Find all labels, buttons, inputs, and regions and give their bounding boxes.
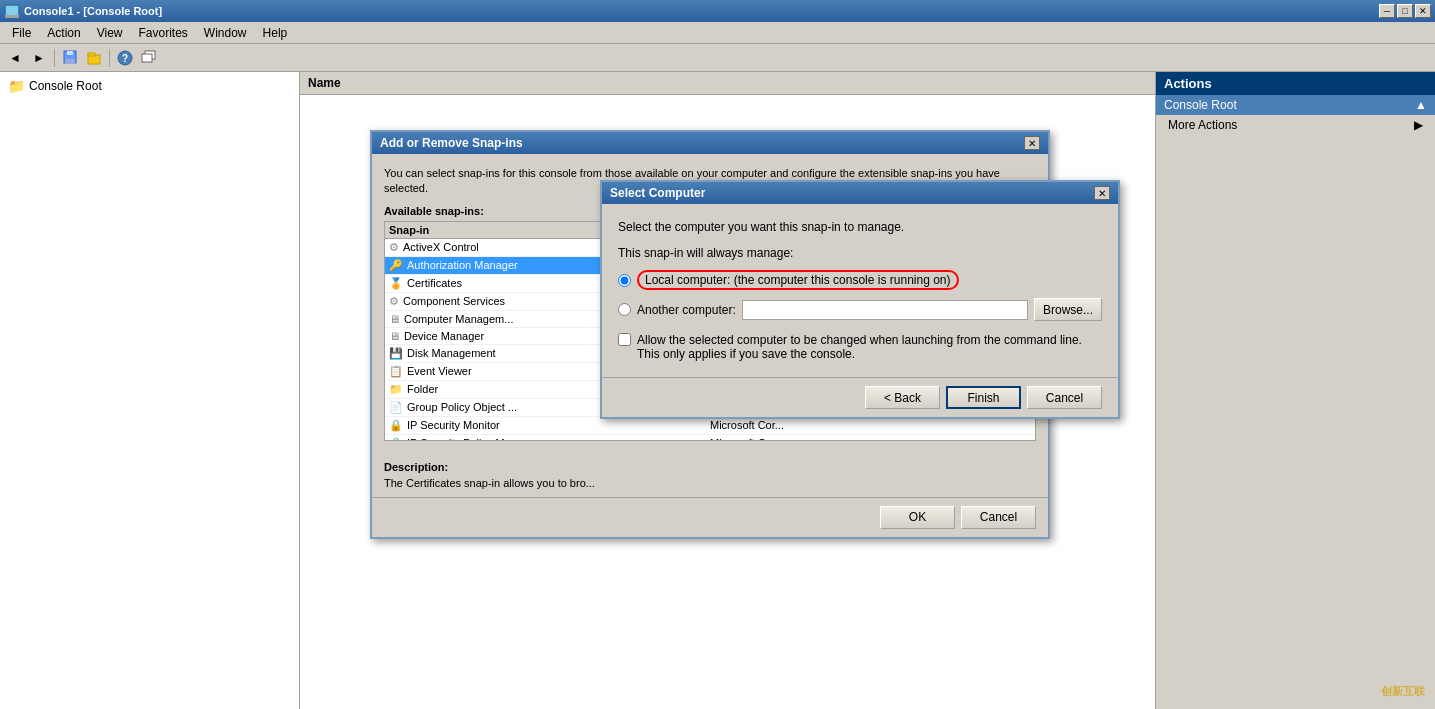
actions-panel: Actions Console Root ▲ More Actions ▶ [1155,72,1435,709]
local-computer-radio[interactable] [618,274,631,287]
sidebar-item-label: Console Root [29,79,102,93]
toolbar: ◄ ► ? [0,44,1435,72]
forward-button[interactable]: ► [28,47,50,69]
menu-bar: File Action View Favorites Window Help [0,22,1435,44]
actions-more-actions[interactable]: More Actions ▶ [1156,115,1435,135]
sc-allow-change-row: Allow the selected computer to be change… [618,333,1102,361]
title-bar-text: Console1 - [Console Root] [24,5,1379,17]
snapins-ok-button[interactable]: OK [880,506,955,529]
title-bar: Console1 - [Console Root] ─ □ ✕ [0,0,1435,22]
menu-action[interactable]: Action [39,24,88,42]
sc-subtext: This snap-in will always manage: [618,246,1102,260]
snapins-bottom: Description: The Certificates snap-in al… [372,453,1048,497]
svg-rect-1 [6,6,18,15]
open-button[interactable] [83,47,105,69]
menu-favorites[interactable]: Favorites [131,24,196,42]
maximize-button[interactable]: □ [1397,4,1413,18]
finish-button-sc[interactable]: Finish [946,386,1021,409]
svg-rect-7 [88,53,95,56]
select-computer-title-bar: Select Computer ✕ [602,182,1118,204]
svg-rect-5 [65,59,75,64]
another-computer-radio[interactable] [618,303,631,316]
description-text: The Certificates snap-in allows you to b… [384,477,1036,489]
select-computer-footer: < Back Finish Cancel [602,377,1118,417]
sidebar: 📁 Console Root [0,72,300,709]
close-button[interactable]: ✕ [1415,4,1431,18]
snapins-cancel-button[interactable]: Cancel [961,506,1036,529]
local-computer-label: Local computer: (the computer this conso… [637,270,959,290]
arrow-right-icon: ▶ [1414,118,1423,132]
title-bar-buttons: ─ □ ✕ [1379,4,1431,18]
content-header: Name [300,72,1155,95]
select-computer-dialog: Select Computer ✕ Select the computer yo… [600,180,1120,419]
app-icon [4,3,20,19]
description-label: Description: [384,461,1036,473]
cancel-button-sc[interactable]: Cancel [1027,386,1102,409]
select-computer-close-button[interactable]: ✕ [1094,186,1110,200]
snapins-footer: OK Cancel [372,497,1048,537]
select-computer-title-text: Select Computer [610,186,705,200]
back-button-sc[interactable]: < Back [865,386,940,409]
sc-radio-group: Local computer: (the computer this conso… [618,270,1102,321]
menu-window[interactable]: Window [196,24,255,42]
sc-instruction: Select the computer you want this snap-i… [618,220,1102,234]
svg-rect-2 [5,15,19,18]
svg-rect-4 [67,51,73,55]
help-button[interactable]: ? [114,47,136,69]
svg-text:?: ? [122,53,128,64]
svg-rect-11 [142,54,152,62]
allow-change-checkbox[interactable] [618,333,631,346]
browse-button[interactable]: Browse... [1034,298,1102,321]
allow-change-label: Allow the selected computer to be change… [637,333,1102,361]
snapins-dialog-title-text: Add or Remove Snap-ins [380,136,523,150]
watermark-text: 创新互联 [1381,685,1425,697]
chevron-up-icon: ▲ [1415,98,1427,112]
local-computer-label-text: Local computer: (the computer this conso… [637,270,959,290]
snapin-ip-security-policy[interactable]: 🔒IP Security Policy M... Microsoft Cor..… [385,435,1035,441]
menu-help[interactable]: Help [255,24,296,42]
another-computer-input[interactable] [742,300,1028,320]
actions-panel-header: Actions [1156,72,1435,95]
toolbar-separator-1 [54,49,55,67]
actions-section-console-root: Console Root ▲ [1156,95,1435,115]
snapins-close-button[interactable]: ✕ [1024,136,1040,150]
sc-local-computer-radio-row: Local computer: (the computer this conso… [618,270,1102,290]
select-computer-body: Select the computer you want this snap-i… [602,204,1118,377]
menu-view[interactable]: View [89,24,131,42]
another-computer-label: Another computer: [637,303,736,317]
sidebar-item-console-root[interactable]: 📁 Console Root [4,76,295,96]
new-window-button[interactable] [138,47,160,69]
menu-file[interactable]: File [4,24,39,42]
snapins-dialog-title-bar: Add or Remove Snap-ins ✕ [372,132,1048,154]
back-button[interactable]: ◄ [4,47,26,69]
toolbar-separator-2 [109,49,110,67]
minimize-button[interactable]: ─ [1379,4,1395,18]
snapin-ip-security-monitor[interactable]: 🔒IP Security Monitor Microsoft Cor... [385,417,1035,435]
column-name-header: Name [308,76,341,90]
folder-icon: 📁 [8,78,25,94]
sc-another-computer-row: Another computer: Browse... [618,298,1102,321]
watermark: 创新互联 [1381,684,1425,699]
save-button[interactable] [59,47,81,69]
